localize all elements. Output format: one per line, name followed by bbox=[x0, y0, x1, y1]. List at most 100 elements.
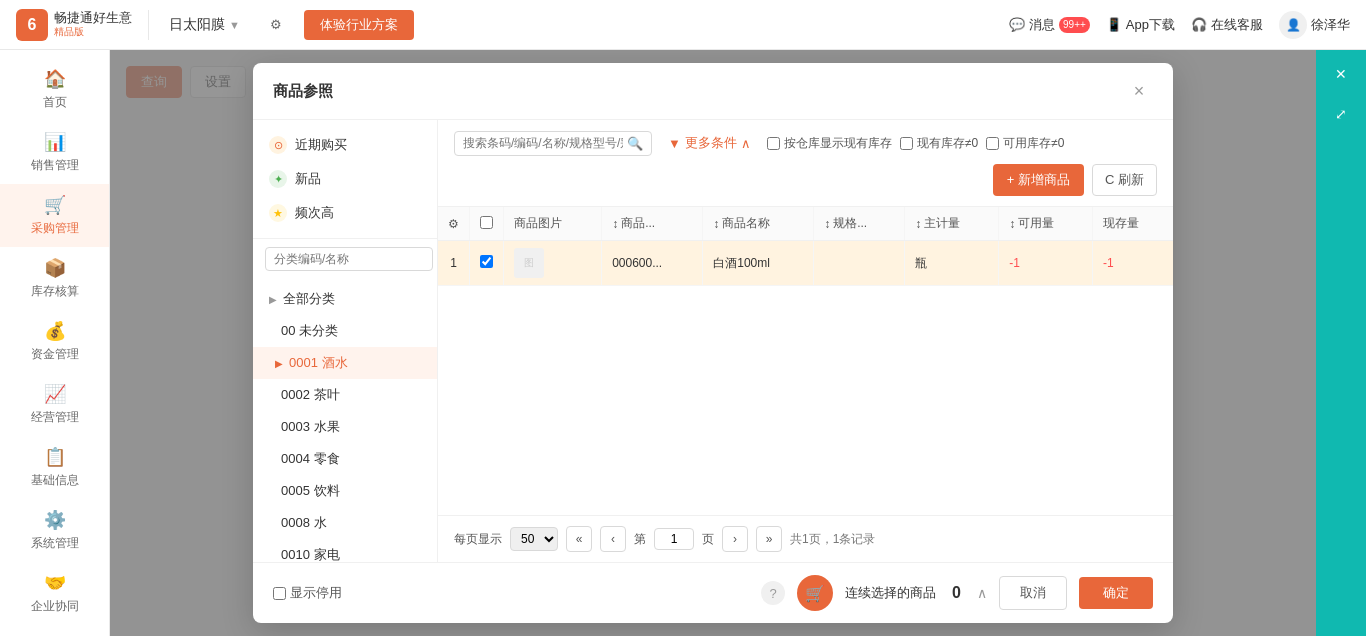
nav-separator bbox=[148, 10, 149, 40]
sidebar-item-finance[interactable]: 💰 资金管理 bbox=[0, 310, 109, 373]
sidebar-item-system[interactable]: ⚙️ 系统管理 bbox=[0, 499, 109, 562]
right-panel-close-icon[interactable]: ✕ bbox=[1325, 58, 1357, 90]
home-icon: 🏠 bbox=[44, 68, 66, 90]
show-disabled-input[interactable] bbox=[273, 587, 286, 600]
logo-icon: 6 bbox=[16, 9, 48, 41]
experience-button[interactable]: 体验行业方案 bbox=[304, 10, 414, 40]
td-row-num: 1 bbox=[438, 241, 470, 286]
quick-link-new[interactable]: ✦ 新品 bbox=[253, 162, 437, 196]
per-page-select[interactable]: 50 bbox=[510, 527, 558, 551]
top-nav: 6 畅捷通好生意 精品版 日太阳膜 ▼ ⚙ 体验行业方案 💬 消息 99+ 📱 … bbox=[0, 0, 1366, 50]
right-panel: ✕ ⤢ bbox=[1316, 50, 1366, 636]
quick-link-recent[interactable]: ⊙ 近期购买 bbox=[253, 128, 437, 162]
modal-right-panel: 🔍 ▼ 更多条件 ∧ 按仓库显示现有库存 bbox=[438, 120, 1173, 562]
category-water[interactable]: 0008 水 bbox=[253, 507, 437, 539]
nav-right: 💬 消息 99+ 📱 App下载 🎧 在线客服 👤 徐泽华 bbox=[1009, 11, 1350, 39]
headset-icon: 🎧 bbox=[1191, 17, 1207, 32]
current-page-input[interactable] bbox=[654, 528, 694, 550]
sidebar-item-inventory[interactable]: 📦 库存核算 bbox=[0, 247, 109, 310]
modal-title: 商品参照 bbox=[273, 82, 333, 101]
main-layout: 🏠 首页 📊 销售管理 🛒 采购管理 📦 库存核算 💰 资金管理 📈 经营管理 … bbox=[0, 50, 1366, 636]
checkbox-available-stock[interactable]: 现有库存≠0 bbox=[900, 135, 978, 152]
prev-page-button[interactable]: ‹ bbox=[600, 526, 626, 552]
online-service-nav-item[interactable]: 🎧 在线客服 bbox=[1191, 16, 1263, 34]
cart-button[interactable]: 🛒 bbox=[797, 575, 833, 611]
checkbox-by-warehouse[interactable]: 按仓库显示现有库存 bbox=[767, 135, 892, 152]
category-appliances[interactable]: 0010 家电 bbox=[253, 539, 437, 562]
sidebar-item-enterprise[interactable]: 🤝 企业协同 bbox=[0, 562, 109, 625]
add-product-button[interactable]: + 新增商品 bbox=[993, 164, 1084, 196]
content-area: 查询 设置 刷新 商品参照 × bbox=[110, 50, 1316, 636]
td-product-image: 图 bbox=[504, 241, 602, 286]
sidebar-item-basic-info[interactable]: 📋 基础信息 bbox=[0, 436, 109, 499]
messages-badge: 99+ bbox=[1059, 17, 1090, 33]
td-product-name: 白酒100ml bbox=[703, 241, 814, 286]
row-checkbox[interactable] bbox=[480, 255, 493, 268]
checkbox-usable-stock[interactable]: 可用库存≠0 bbox=[986, 135, 1064, 152]
table-header-row: ⚙ 商品图片 bbox=[438, 207, 1173, 241]
quick-link-frequent[interactable]: ★ 频次高 bbox=[253, 196, 437, 230]
finance-icon: 💰 bbox=[44, 320, 66, 342]
cancel-button[interactable]: 取消 bbox=[999, 576, 1067, 610]
sidebar-item-purchase[interactable]: 🛒 采购管理 bbox=[0, 184, 109, 247]
checkbox-by-warehouse-input[interactable] bbox=[767, 137, 780, 150]
store-selector[interactable]: 日太阳膜 ▼ bbox=[161, 12, 248, 38]
category-all-arrow-icon: ▶ bbox=[269, 294, 277, 305]
modal-left-panel: ⊙ 近期购买 ✦ 新品 ★ 频次高 bbox=[253, 120, 438, 562]
first-page-button[interactable]: « bbox=[566, 526, 592, 552]
modal-close-button[interactable]: × bbox=[1125, 77, 1153, 105]
sidebar-item-sales[interactable]: 📊 销售管理 bbox=[0, 121, 109, 184]
select-all-checkbox[interactable] bbox=[480, 216, 493, 229]
sidebar-item-operations[interactable]: 📈 经营管理 bbox=[0, 373, 109, 436]
footer-right: ? 🛒 连续选择的商品 0 ∧ 取消 确定 bbox=[761, 575, 1153, 611]
avatar: 👤 bbox=[1279, 11, 1307, 39]
category-search-input[interactable] bbox=[265, 247, 433, 271]
filter-collapse-icon: ∧ bbox=[741, 136, 751, 151]
product-search-box: 🔍 bbox=[454, 131, 652, 156]
category-alcohol-arrow-icon: ▶ bbox=[275, 358, 283, 369]
th-name: ↕ 商品名称 bbox=[703, 207, 814, 241]
app-download-nav-item[interactable]: 📱 App下载 bbox=[1106, 16, 1175, 34]
settings-icon[interactable]: ⚙ bbox=[260, 9, 292, 41]
last-page-button[interactable]: » bbox=[756, 526, 782, 552]
sidebar-item-guide[interactable]: 🌟 新手引导 bbox=[0, 625, 109, 636]
confirm-button[interactable]: 确定 bbox=[1079, 577, 1153, 609]
td-product-available: -1 bbox=[999, 241, 1093, 286]
messages-nav-item[interactable]: 💬 消息 99+ bbox=[1009, 16, 1090, 34]
product-search-icon[interactable]: 🔍 bbox=[627, 136, 643, 151]
help-icon[interactable]: ? bbox=[761, 581, 785, 605]
category-fruit[interactable]: 0003 水果 bbox=[253, 411, 437, 443]
table-settings-icon[interactable]: ⚙ bbox=[448, 217, 459, 231]
quick-links: ⊙ 近期购买 ✦ 新品 ★ 频次高 bbox=[253, 120, 437, 239]
right-panel-expand-icon[interactable]: ⤢ bbox=[1325, 98, 1357, 130]
category-search: 🔍 bbox=[253, 239, 437, 279]
pagination: 每页显示 50 « ‹ 第 页 › » 共1页，1条记录 bbox=[438, 515, 1173, 562]
category-alcohol[interactable]: ▶ 0001 酒水 bbox=[253, 347, 437, 379]
td-checkbox bbox=[470, 241, 504, 286]
total-records-label: 共1页，1条记录 bbox=[790, 531, 875, 548]
new-product-icon: ✦ bbox=[269, 170, 287, 188]
sidebar-item-home[interactable]: 🏠 首页 bbox=[0, 58, 109, 121]
user-profile-nav-item[interactable]: 👤 徐泽华 bbox=[1279, 11, 1350, 39]
category-snacks[interactable]: 0004 零食 bbox=[253, 443, 437, 475]
product-search-input[interactable] bbox=[463, 136, 623, 150]
checkbox-available-stock-input[interactable] bbox=[900, 137, 913, 150]
sort-unit-icon: ↕ bbox=[915, 217, 921, 231]
per-page-label: 每页显示 bbox=[454, 531, 502, 548]
continuous-count: 0 bbox=[952, 584, 961, 602]
category-all[interactable]: ▶ 全部分类 bbox=[253, 283, 437, 315]
system-icon: ⚙️ bbox=[44, 509, 66, 531]
next-page-button[interactable]: › bbox=[722, 526, 748, 552]
sidebar: 🏠 首页 📊 销售管理 🛒 采购管理 📦 库存核算 💰 资金管理 📈 经营管理 … bbox=[0, 50, 110, 636]
refresh-button[interactable]: C 刷新 bbox=[1092, 164, 1157, 196]
category-uncategorized[interactable]: 00 未分类 bbox=[253, 315, 437, 347]
filter-more-button[interactable]: ▼ 更多条件 ∧ bbox=[660, 130, 759, 156]
product-table: ⚙ 商品图片 bbox=[438, 207, 1173, 286]
category-tea[interactable]: 0002 茶叶 bbox=[253, 379, 437, 411]
show-disabled-checkbox[interactable]: 显示停用 bbox=[273, 584, 342, 602]
category-beverages[interactable]: 0005 饮料 bbox=[253, 475, 437, 507]
footer-collapse-icon[interactable]: ∧ bbox=[977, 585, 987, 601]
checkbox-usable-stock-input[interactable] bbox=[986, 137, 999, 150]
table-row[interactable]: 1 图 bbox=[438, 241, 1173, 286]
modal-toolbar: 🔍 ▼ 更多条件 ∧ 按仓库显示现有库存 bbox=[438, 120, 1173, 207]
